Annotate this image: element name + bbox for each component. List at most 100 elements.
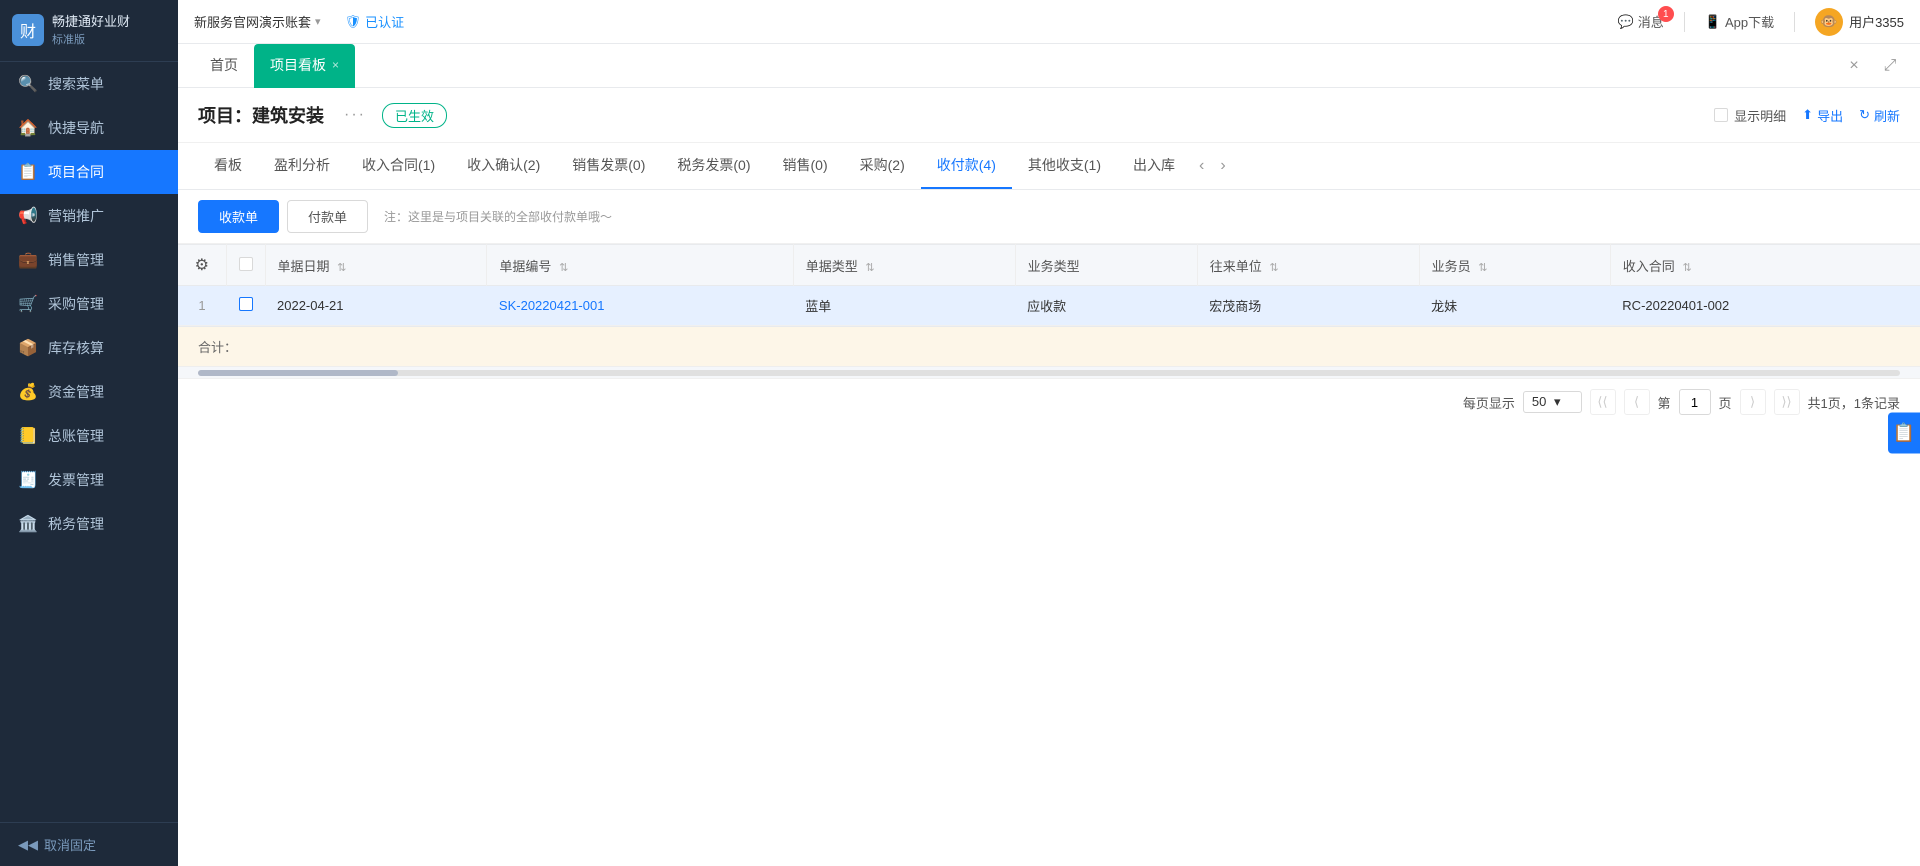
tab-project-board-label: 项目看板 <box>270 55 326 75</box>
sub-nav-item-2[interactable]: 收入合同(1) <box>346 143 451 189</box>
th-biz-type: 业务类型 <box>1015 245 1197 286</box>
project-label: 项目： <box>198 102 252 128</box>
sidebar-unpin-label: 取消固定 <box>44 835 96 854</box>
sidebar-item-0[interactable]: 🔍 搜索菜单 <box>0 62 178 106</box>
th-salesperson: 业务员 ⇅ <box>1419 245 1610 286</box>
sub-nav-item-0[interactable]: 看板 <box>198 143 258 189</box>
sidebar-item-3[interactable]: 📢 营销推广 <box>0 194 178 238</box>
sidebar-item-9[interactable]: 🧾 发票管理 <box>0 458 178 502</box>
float-right-button[interactable]: 📋 <box>1888 413 1920 454</box>
export-label: 导出 <box>1817 106 1843 125</box>
sub-tab-btn-1[interactable]: 付款单 <box>287 200 368 233</box>
sidebar-logo: 财 畅捷通好业财 标准版 <box>0 0 178 62</box>
th-checkbox <box>226 245 265 286</box>
page-label: 第 <box>1658 393 1671 412</box>
data-table: ⚙ 单据日期 ⇅ 单据编号 ⇅ <box>178 244 1920 326</box>
maximize-button[interactable]: ⤢ <box>1876 52 1904 80</box>
sub-nav: 看板盈利分析收入合同(1)收入确认(2)销售发票(0)税务发票(0)销售(0)采… <box>178 143 1920 190</box>
sidebar-icon-5: 🛒 <box>18 294 38 314</box>
row-checkbox-0[interactable] <box>239 297 253 311</box>
next-page-button[interactable]: ⟩ <box>1740 389 1766 415</box>
sidebar-unpin-button[interactable]: ◀◀ 取消固定 <box>0 822 178 866</box>
sort-icon-income[interactable]: ⇅ <box>1682 262 1691 274</box>
tab-home[interactable]: 首页 <box>194 44 254 88</box>
last-page-button[interactable]: ⟩⟩ <box>1774 389 1800 415</box>
sort-icon-salesperson[interactable]: ⇅ <box>1478 262 1487 274</box>
sub-nav-item-3[interactable]: 收入确认(2) <box>451 143 556 189</box>
sidebar-label-10: 税务管理 <box>48 514 104 534</box>
sidebar-item-10[interactable]: 🏛️ 税务管理 <box>0 502 178 546</box>
pagination: 每页显示 50 ▾ ⟨⟨ ⟨ 第 页 ⟩ ⟩⟩ 共1页，1条记录 <box>178 378 1920 425</box>
sidebar-item-8[interactable]: 📒 总账管理 <box>0 414 178 458</box>
th-code: 单据编号 ⇅ <box>487 245 793 286</box>
project-more-button[interactable]: ··· <box>344 106 366 124</box>
user-info-button[interactable]: 🐵 用户3355 <box>1815 8 1904 36</box>
sub-tab-row: 收款单付款单 注：这里是与项目关联的全部收付款单哦～ <box>178 190 1920 244</box>
sort-icon-code[interactable]: ⇅ <box>559 262 568 274</box>
per-page-label: 每页显示 <box>1463 393 1515 412</box>
sidebar-label-8: 总账管理 <box>48 426 104 446</box>
sidebar-icon-0: 🔍 <box>18 74 38 94</box>
td-partner: 宏茂商场 <box>1197 286 1419 326</box>
page-input[interactable] <box>1679 389 1711 415</box>
settings-icon[interactable]: ⚙ <box>195 257 209 274</box>
close-button[interactable]: × <box>1840 52 1868 80</box>
sidebar-item-2[interactable]: 📋 项目合同 <box>0 150 178 194</box>
app-logo-icon: 财 <box>12 14 44 46</box>
first-page-button[interactable]: ⟨⟨ <box>1590 389 1616 415</box>
sidebar-icon-3: 📢 <box>18 206 38 226</box>
sub-nav-item-5[interactable]: 税务发票(0) <box>661 143 766 189</box>
app-download-button[interactable]: 📱 App下载 <box>1705 12 1774 31</box>
per-page-select[interactable]: 50 ▾ <box>1523 391 1582 413</box>
sort-icon-partner[interactable]: ⇅ <box>1269 262 1278 274</box>
scroll-bar-thumb[interactable] <box>198 370 398 376</box>
message-button[interactable]: 💬 消息 1 <box>1618 12 1664 31</box>
user-avatar: 🐵 <box>1815 8 1843 36</box>
sidebar-item-6[interactable]: 📦 库存核算 <box>0 326 178 370</box>
sub-nav-item-7[interactable]: 采购(2) <box>844 143 921 189</box>
tab-project-board[interactable]: 项目看板 × <box>254 44 355 88</box>
sort-icon-date[interactable]: ⇅ <box>337 262 346 274</box>
sub-nav-item-1[interactable]: 盈利分析 <box>258 143 346 189</box>
export-button[interactable]: ⬆ 导出 <box>1802 106 1843 125</box>
tab-close-icon[interactable]: × <box>332 58 339 72</box>
certified-text: 已认证 <box>365 12 404 31</box>
sidebar-scroll: 🔍 搜索菜单 🏠 快捷导航 📋 项目合同 📢 营销推广 💼 销售管理 🛒 采购管… <box>0 62 178 822</box>
per-page-value: 50 <box>1532 394 1546 409</box>
record-link[interactable]: SK-20220421-001 <box>499 298 605 313</box>
certified-badge: 🛡 已认证 <box>345 12 405 31</box>
select-all-checkbox[interactable] <box>239 257 253 271</box>
td-biz-type: 应收款 <box>1015 286 1197 326</box>
sidebar-icon-10: 🏛️ <box>18 514 38 534</box>
sidebar-label-4: 销售管理 <box>48 250 104 270</box>
sidebar-item-4[interactable]: 💼 销售管理 <box>0 238 178 282</box>
main-content: 新服务官网演示账套 ▾ 🛡 已认证 💬 消息 1 📱 App下载 🐵 用 <box>178 0 1920 866</box>
sub-nav-item-6[interactable]: 销售(0) <box>767 143 844 189</box>
sub-nav-item-10[interactable]: 出入库 <box>1117 143 1191 189</box>
sort-icon-type[interactable]: ⇅ <box>865 262 874 274</box>
demo-account-selector[interactable]: 新服务官网演示账套 ▾ <box>194 12 321 31</box>
page-summary: 共1页，1条记录 <box>1808 393 1900 412</box>
sidebar-item-7[interactable]: 💰 资金管理 <box>0 370 178 414</box>
sidebar-item-5[interactable]: 🛒 采购管理 <box>0 282 178 326</box>
sub-tab-btn-0[interactable]: 收款单 <box>198 200 279 233</box>
top-bar-right: 💬 消息 1 📱 App下载 🐵 用户3355 <box>1618 8 1904 36</box>
sidebar-icon-6: 📦 <box>18 338 38 358</box>
show-detail-checkbox[interactable]: 显示明细 <box>1714 106 1786 125</box>
sidebar-label-0: 搜索菜单 <box>48 74 104 94</box>
sub-nav-item-8[interactable]: 收付款(4) <box>921 143 1012 189</box>
sub-nav-item-9[interactable]: 其他收支(1) <box>1012 143 1117 189</box>
sub-nav-item-4[interactable]: 销售发票(0) <box>556 143 661 189</box>
sub-nav-left-arrow[interactable]: ‹ <box>1191 149 1212 183</box>
refresh-button[interactable]: ↻ 刷新 <box>1859 106 1900 125</box>
td-type: 蓝单 <box>793 286 1015 326</box>
td-checkbox[interactable] <box>226 286 265 326</box>
sidebar-item-1[interactable]: 🏠 快捷导航 <box>0 106 178 150</box>
message-icon: 💬 <box>1618 14 1634 30</box>
sub-nav-right-arrow[interactable]: › <box>1212 149 1233 183</box>
prev-page-button[interactable]: ⟨ <box>1624 389 1650 415</box>
sidebar-icon-8: 📒 <box>18 426 38 446</box>
project-header: 项目： 建筑安装 ··· 已生效 显示明细 ⬆ 导出 ↻ 刷新 <box>178 88 1920 143</box>
mobile-icon: 📱 <box>1705 14 1721 30</box>
message-badge: 1 <box>1658 6 1674 22</box>
